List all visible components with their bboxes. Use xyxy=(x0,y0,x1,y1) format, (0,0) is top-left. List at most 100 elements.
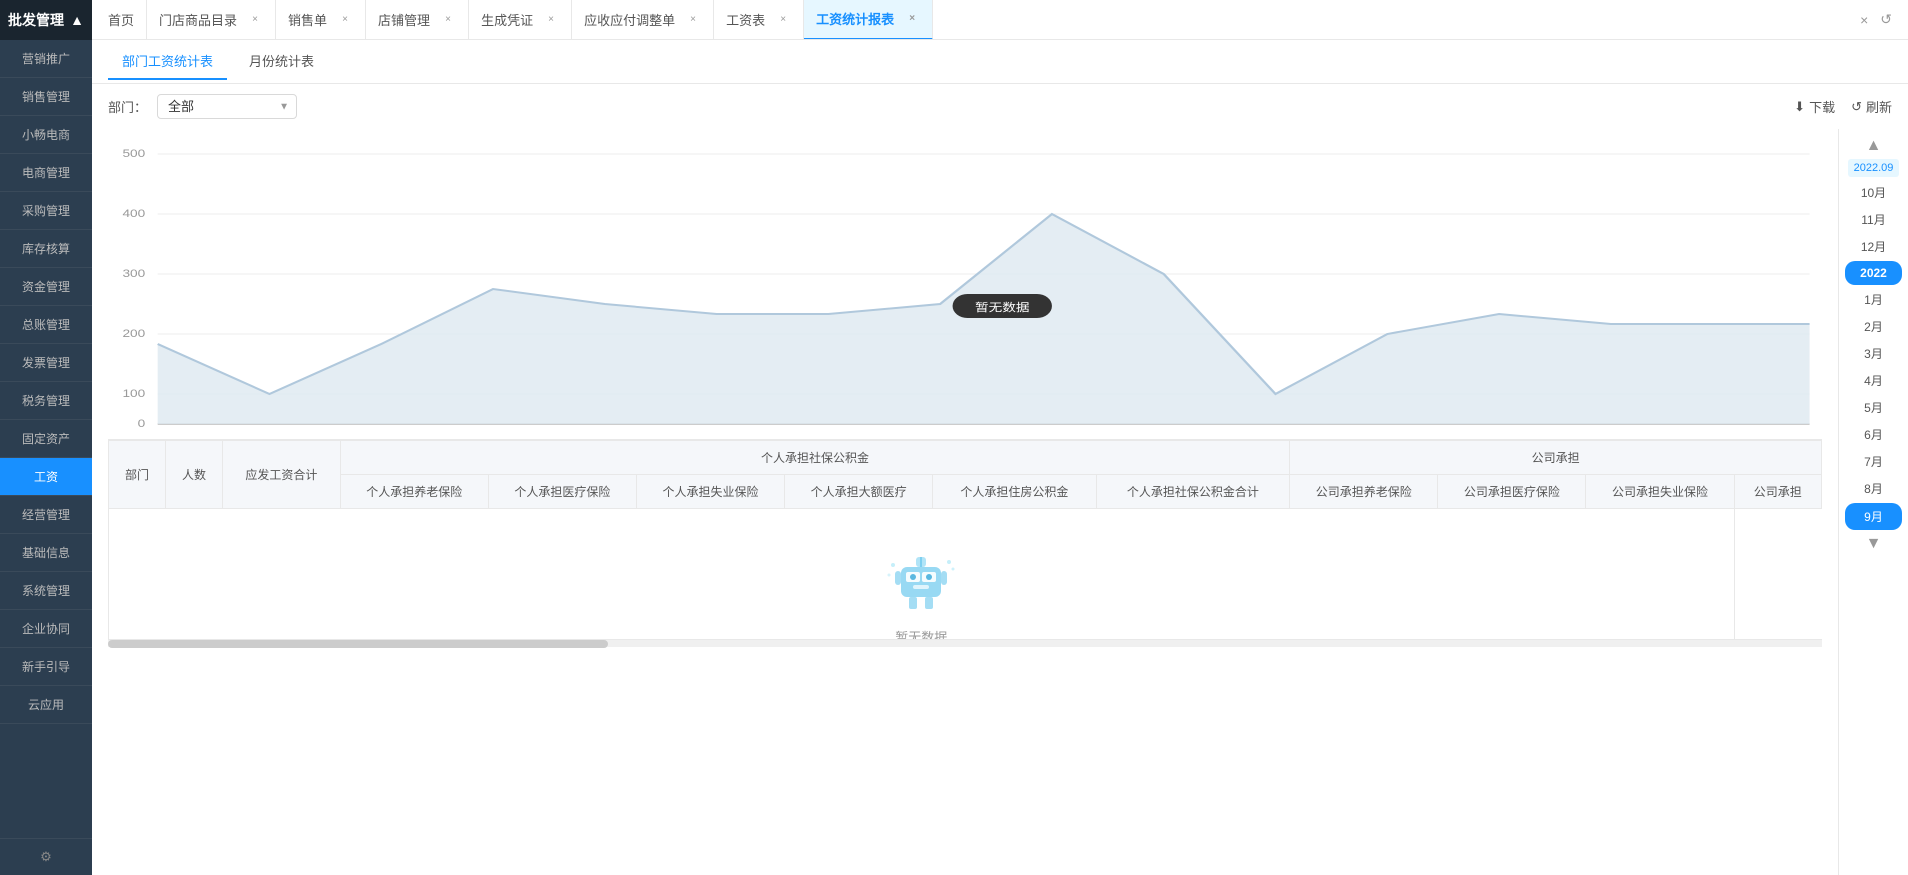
sidebar-item-assets[interactable]: 固定资产 xyxy=(0,420,92,458)
tab-sales-close[interactable]: × xyxy=(337,12,353,28)
calendar-month-aug[interactable]: 8月 xyxy=(1839,475,1908,502)
tab-payroll-close[interactable]: × xyxy=(775,12,791,28)
svg-text:400: 400 xyxy=(122,207,145,219)
calendar-month-oct[interactable]: 10月 xyxy=(1839,179,1908,206)
empty-state: 暂无数据 xyxy=(119,517,1724,639)
th-company-social: 公司承担 xyxy=(1290,441,1822,475)
toolbar: 部门： 全部 ▼ ⬇ 下载 ↺ 刷新 xyxy=(92,84,1908,129)
sidebar-item-cloud[interactable]: 云应用 xyxy=(0,686,92,724)
sidebar-item-sales[interactable]: 销售管理 xyxy=(0,78,92,116)
empty-label: 暂无数据 xyxy=(895,627,947,639)
th-company-unemploy: 公司承担失业保险 xyxy=(1586,475,1734,509)
toolbar-left: 部门： 全部 ▼ xyxy=(108,94,297,119)
svg-text:200: 200 xyxy=(122,327,145,339)
calendar-month-nov[interactable]: 11月 xyxy=(1839,206,1908,233)
sidebar-toggle-icon[interactable]: ▲ xyxy=(70,12,84,28)
sidebar-item-tax[interactable]: 税务管理 xyxy=(0,382,92,420)
data-table: 部门 人数 应发工资合计 个人承担社保公积金 公司承担 个人承担养老保险 个人承… xyxy=(108,440,1822,639)
sidebar-item-invoice[interactable]: 发票管理 xyxy=(0,344,92,382)
calendar-up-nav[interactable]: ▲ xyxy=(1866,133,1882,159)
calendar-month-sep[interactable]: 9月 xyxy=(1845,503,1902,530)
th-company-pension: 公司承担养老保险 xyxy=(1290,475,1438,509)
tab-voucher-close[interactable]: × xyxy=(543,12,559,28)
tab-payroll[interactable]: 工资表 × xyxy=(714,0,804,40)
th-company-medical: 公司承担医疗保险 xyxy=(1438,475,1586,509)
table-scrollbar-thumb[interactable] xyxy=(108,640,608,648)
sub-tab-monthly[interactable]: 月份统计表 xyxy=(235,43,328,80)
table-wrapper: 部门 人数 应发工资合计 个人承担社保公积金 公司承担 个人承担养老保险 个人承… xyxy=(108,439,1822,639)
calendar-year-2022[interactable]: 2022 xyxy=(1845,261,1902,285)
calendar-month-mar[interactable]: 3月 xyxy=(1839,340,1908,367)
refresh-tabs-button[interactable]: ↺ xyxy=(1876,9,1896,30)
th-count: 人数 xyxy=(165,441,222,509)
sidebar-item-purchase[interactable]: 采购管理 xyxy=(0,192,92,230)
sidebar-item-basic-info[interactable]: 基础信息 xyxy=(0,534,92,572)
svg-text:0: 0 xyxy=(138,417,146,429)
calendar-month-jun[interactable]: 6月 xyxy=(1839,421,1908,448)
tab-store-mgmt[interactable]: 店铺管理 × xyxy=(366,0,469,40)
tab-store-mgmt-close[interactable]: × xyxy=(440,12,456,28)
sidebar-item-finance[interactable]: 资金管理 xyxy=(0,268,92,306)
tab-store-catalog-close[interactable]: × xyxy=(247,12,263,28)
department-select[interactable]: 全部 xyxy=(157,94,297,119)
tabs-bar: 首页 门店商品目录 × 销售单 × 店铺管理 × 生成凭证 × 应收应付调整单 … xyxy=(92,0,1908,40)
refresh-icon: ↺ xyxy=(1851,99,1862,115)
calendar-down-nav[interactable]: ▼ xyxy=(1866,531,1882,557)
calendar-month-apr[interactable]: 4月 xyxy=(1839,367,1908,394)
department-select-wrapper: 全部 ▼ xyxy=(157,94,297,119)
calendar-month-may[interactable]: 5月 xyxy=(1839,394,1908,421)
svg-text:100: 100 xyxy=(122,387,145,399)
calendar-year-header-2022[interactable]: 2022.09 xyxy=(1848,159,1900,177)
sidebar-item-ecommerce[interactable]: 电商管理 xyxy=(0,154,92,192)
tab-voucher[interactable]: 生成凭证 × xyxy=(469,0,572,40)
calendar-panel: ▲ 2022.09 10月 11月 12月 2022 1月 2月 3月 4月 5… xyxy=(1838,129,1908,875)
svg-text:500: 500 xyxy=(122,147,145,159)
tab-home[interactable]: 首页 xyxy=(96,0,147,40)
calendar-month-feb[interactable]: 2月 xyxy=(1839,313,1908,340)
th-personal-unemploy: 个人承担失业保险 xyxy=(636,475,784,509)
th-personal-housing: 个人承担住房公积金 xyxy=(933,475,1096,509)
sidebar-item-enterprise[interactable]: 企业协同 xyxy=(0,610,92,648)
tab-store-catalog[interactable]: 门店商品目录 × xyxy=(147,0,276,40)
sidebar-item-tutorial[interactable]: 新手引导 xyxy=(0,648,92,686)
sidebar-item-payroll[interactable]: 工资 xyxy=(0,458,92,496)
gear-icon: ⚙ xyxy=(40,849,52,864)
chart-svg: 500 400 300 200 100 0 xyxy=(108,139,1822,439)
sidebar-header: 批发管理 ▲ xyxy=(0,0,92,40)
main-content: 首页 门店商品目录 × 销售单 × 店铺管理 × 生成凭证 × 应收应付调整单 … xyxy=(92,0,1908,875)
calendar-month-dec[interactable]: 12月 xyxy=(1839,233,1908,260)
chart-area: 500 400 300 200 100 0 xyxy=(92,129,1838,875)
empty-robot-icon xyxy=(881,547,961,617)
sidebar-settings[interactable]: ⚙ xyxy=(0,838,92,875)
svg-text:300: 300 xyxy=(122,267,145,279)
sidebar-item-system[interactable]: 系统管理 xyxy=(0,572,92,610)
th-personal-critical: 个人承担大额医疗 xyxy=(785,475,933,509)
th-personal-pension: 个人承担养老保险 xyxy=(340,475,488,509)
sidebar-item-ledger[interactable]: 总账管理 xyxy=(0,306,92,344)
download-button[interactable]: ⬇ 下载 xyxy=(1794,97,1835,116)
calendar-month-jul[interactable]: 7月 xyxy=(1839,448,1908,475)
refresh-button[interactable]: ↺ 刷新 xyxy=(1851,97,1892,116)
sidebar-item-marketing[interactable]: 营销推广 xyxy=(0,40,92,78)
tab-payroll-report-close[interactable]: × xyxy=(904,11,920,27)
tab-adjustment[interactable]: 应收应付调整单 × xyxy=(572,0,714,40)
sidebar: 批发管理 ▲ 营销推广 销售管理 小畅电商 电商管理 采购管理 库存核算 资金管… xyxy=(0,0,92,875)
table-scrollbar[interactable] xyxy=(108,639,1822,647)
th-department: 部门 xyxy=(109,441,166,509)
th-salary: 应发工资合计 xyxy=(222,441,340,509)
sub-tab-department[interactable]: 部门工资统计表 xyxy=(108,43,227,80)
sidebar-item-inventory[interactable]: 库存核算 xyxy=(0,230,92,268)
sidebar-item-ecommerce-small[interactable]: 小畅电商 xyxy=(0,116,92,154)
department-label: 部门： xyxy=(108,97,147,116)
tab-payroll-report[interactable]: 工资统计报表 × xyxy=(804,0,933,40)
close-all-button[interactable]: × xyxy=(1856,10,1872,30)
tab-sales[interactable]: 销售单 × xyxy=(276,0,366,40)
th-personal-total: 个人承担社保公积金合计 xyxy=(1096,475,1290,509)
sidebar-item-operations[interactable]: 经营管理 xyxy=(0,496,92,534)
th-personal-medical: 个人承担医疗保险 xyxy=(488,475,636,509)
sub-tabs: 部门工资统计表 月份统计表 xyxy=(92,40,1908,84)
sidebar-title: 批发管理 xyxy=(8,10,64,30)
tab-adjustment-close[interactable]: × xyxy=(685,12,701,28)
calendar-month-jan[interactable]: 1月 xyxy=(1839,286,1908,313)
page-content: 部门工资统计表 月份统计表 部门： 全部 ▼ ⬇ 下载 xyxy=(92,40,1908,875)
